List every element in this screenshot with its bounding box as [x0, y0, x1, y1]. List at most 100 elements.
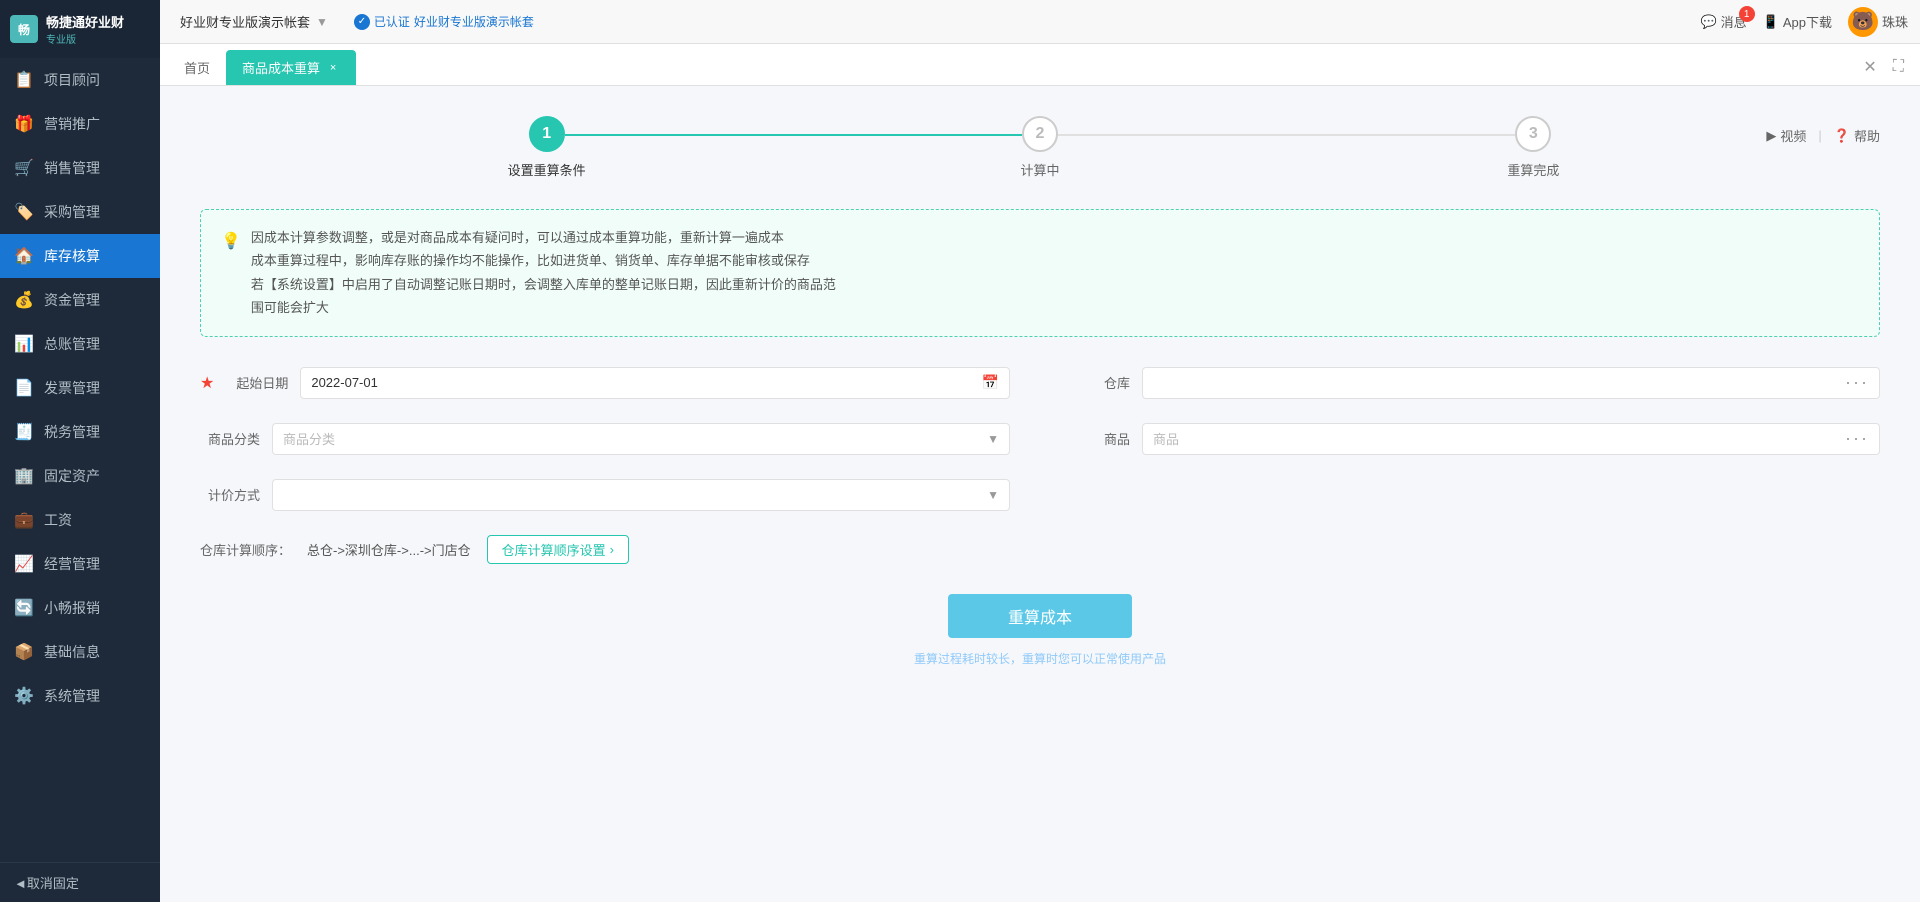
calc-order-settings-button[interactable]: 仓库计算顺序设置 ›	[487, 535, 629, 564]
info-line-2: 成本重算过程中，影响库存账的操作均不能操作，比如进货单、销货单、库存单据不能审核…	[251, 249, 836, 272]
tab-cost-recalc[interactable]: 商品成本重算 ×	[226, 50, 356, 85]
start-date-value: 2022-07-01	[311, 375, 975, 390]
sidebar-item-invoice[interactable]: 📄 发票管理	[0, 366, 160, 410]
warehouse-input-wrapper[interactable]: ···	[1142, 367, 1880, 399]
play-icon: ▶	[1766, 128, 1776, 144]
sidebar-item-label: 项目顾问	[44, 70, 100, 90]
sidebar-item-label: 总账管理	[44, 334, 100, 354]
main-area: 好业财专业版演示帐套 ▼ ✓ 已认证 好业财专业版演示帐套 💬 消息 1 📱 A…	[160, 0, 1920, 902]
sidebar-item-sales[interactable]: 🛒 销售管理	[0, 146, 160, 190]
sidebar-item-label: 税务管理	[44, 422, 100, 442]
warehouse-label: 仓库	[1070, 373, 1130, 392]
account-dropdown-icon: ▼	[316, 15, 328, 29]
sidebar-item-operations[interactable]: 📈 经营管理	[0, 542, 160, 586]
info-icon: 💡	[221, 228, 241, 320]
sidebar-item-label: 系统管理	[44, 686, 100, 706]
empty-cell	[1070, 479, 1880, 511]
pricing-dropdown-icon: ▼	[987, 488, 999, 502]
sidebar-item-system[interactable]: ⚙️ 系统管理	[0, 674, 160, 718]
calc-order-btn-label: 仓库计算顺序设置	[502, 540, 606, 559]
app-logo-icon: 畅	[10, 15, 38, 43]
form-grid: ★ 起始日期 2022-07-01 📅 仓库 ··· 商品分类 商品分类	[200, 367, 1880, 511]
app-edition: 专业版	[46, 31, 124, 46]
user-profile-button[interactable]: 🐻 珠珠	[1848, 7, 1908, 37]
help-link[interactable]: ❓ 帮助	[1834, 126, 1880, 145]
sidebar-item-assets[interactable]: 🏢 固定资产	[0, 454, 160, 498]
pricing-select[interactable]: ▼	[272, 479, 1010, 511]
accounting-icon: 📊	[14, 334, 34, 354]
assets-icon: 🏢	[14, 466, 34, 486]
category-row: 商品分类 商品分类 ▼	[200, 423, 1010, 455]
calc-order-value: 总仓->深圳仓库->...->门店仓	[307, 540, 471, 559]
close-window-icon[interactable]: ✕	[1859, 55, 1880, 79]
logo-text: 畅	[18, 21, 30, 38]
app-title-block: 畅捷通好业财 专业版	[46, 12, 124, 46]
sidebar-item-tax[interactable]: 🧾 税务管理	[0, 410, 160, 454]
message-icon: 💬	[1700, 14, 1716, 30]
verified-label: 已认证	[374, 13, 410, 30]
recalc-button[interactable]: 重算成本	[948, 594, 1132, 638]
app-download-label: App下载	[1783, 12, 1832, 31]
tax-icon: 🧾	[14, 422, 34, 442]
step-2-circle: 2	[1022, 116, 1058, 152]
step-3-number: 3	[1529, 125, 1538, 143]
sidebar-item-basic[interactable]: 📦 基础信息	[0, 630, 160, 674]
sidebar-item-expense[interactable]: 🔄 小畅报销	[0, 586, 160, 630]
product-label: 商品	[1070, 429, 1130, 448]
sidebar-item-label: 销售管理	[44, 158, 100, 178]
shield-icon: ✓	[354, 14, 370, 30]
tab-home[interactable]: 首页	[172, 50, 222, 85]
home-tab-label: 首页	[184, 58, 210, 77]
step-1-line	[565, 134, 1022, 136]
product-input-wrapper[interactable]: 商品 ···	[1142, 423, 1880, 455]
sidebar-item-project[interactable]: 📋 项目顾问	[0, 58, 160, 102]
product-more-icon[interactable]: ···	[1845, 428, 1869, 449]
sidebar-header: 畅 畅捷通好业财 专业版	[0, 0, 160, 58]
sidebar-nav: 📋 项目顾问 🎁 营销推广 🛒 销售管理 🏷️ 采购管理 🏠 库存核算 💰 资金…	[0, 58, 160, 862]
step-3-circle: 3	[1515, 116, 1551, 152]
warehouse-row: 仓库 ···	[1070, 367, 1880, 399]
sidebar-unpin-button[interactable]: ◄取消固定	[0, 862, 160, 902]
sidebar-item-label: 营销推广	[44, 114, 100, 134]
step-1-circle: 1	[529, 116, 565, 152]
start-date-input-wrapper[interactable]: 2022-07-01 📅	[300, 367, 1010, 399]
sidebar-item-label: 库存核算	[44, 246, 100, 266]
recalc-btn-label: 重算成本	[1008, 610, 1072, 627]
message-button[interactable]: 💬 消息 1	[1700, 12, 1746, 31]
video-label: 视频	[1780, 126, 1806, 145]
account-name: 好业财专业版演示帐套	[180, 12, 310, 31]
phone-icon: 📱	[1763, 14, 1779, 30]
recalc-section: 重算成本 重算过程耗时较长，重算时您可以正常使用产品	[200, 594, 1880, 667]
expand-window-icon[interactable]: ⛶	[1889, 56, 1908, 78]
info-line-4: 围可能会扩大	[251, 296, 836, 319]
recalc-hint: 重算过程耗时较长，重算时您可以正常使用产品	[914, 650, 1166, 667]
tab-close-icon[interactable]: ×	[326, 61, 340, 75]
category-dropdown-icon: ▼	[987, 432, 999, 446]
cost-recalc-tab-label: 商品成本重算	[242, 58, 320, 77]
sidebar-item-inventory[interactable]: 🏠 库存核算	[0, 234, 160, 278]
category-select[interactable]: 商品分类 ▼	[272, 423, 1010, 455]
step-1-number: 1	[542, 125, 551, 143]
sidebar-item-accounting[interactable]: 📊 总账管理	[0, 322, 160, 366]
sidebar-item-finance[interactable]: 💰 资金管理	[0, 278, 160, 322]
divider: |	[1818, 128, 1821, 143]
sidebar-item-purchase[interactable]: 🏷️ 采购管理	[0, 190, 160, 234]
sidebar-item-label: 发票管理	[44, 378, 100, 398]
calendar-icon[interactable]: 📅	[982, 374, 999, 391]
app-download-button[interactable]: 📱 App下载	[1763, 12, 1832, 31]
warehouse-more-icon[interactable]: ···	[1845, 372, 1869, 393]
sales-icon: 🛒	[14, 158, 34, 178]
sidebar: 畅 畅捷通好业财 专业版 📋 项目顾问 🎁 营销推广 🛒 销售管理 🏷️ 采购管…	[0, 0, 160, 902]
account-selector[interactable]: 好业财专业版演示帐套 ▼	[172, 8, 336, 35]
start-date-row: ★ 起始日期 2022-07-01 📅	[200, 367, 1010, 399]
sidebar-item-label: 经营管理	[44, 554, 100, 574]
operations-icon: 📈	[14, 554, 34, 574]
calc-order-label: 仓库计算顺序：	[200, 540, 291, 559]
video-link[interactable]: ▶ 视频	[1766, 126, 1806, 145]
message-badge: 1	[1739, 6, 1755, 22]
app-name: 畅捷通好业财	[46, 12, 124, 31]
sidebar-item-payroll[interactable]: 💼 工资	[0, 498, 160, 542]
avatar: 🐻	[1848, 7, 1878, 37]
sidebar-item-marketing[interactable]: 🎁 营销推广	[0, 102, 160, 146]
pricing-label: 计价方式	[200, 485, 260, 504]
